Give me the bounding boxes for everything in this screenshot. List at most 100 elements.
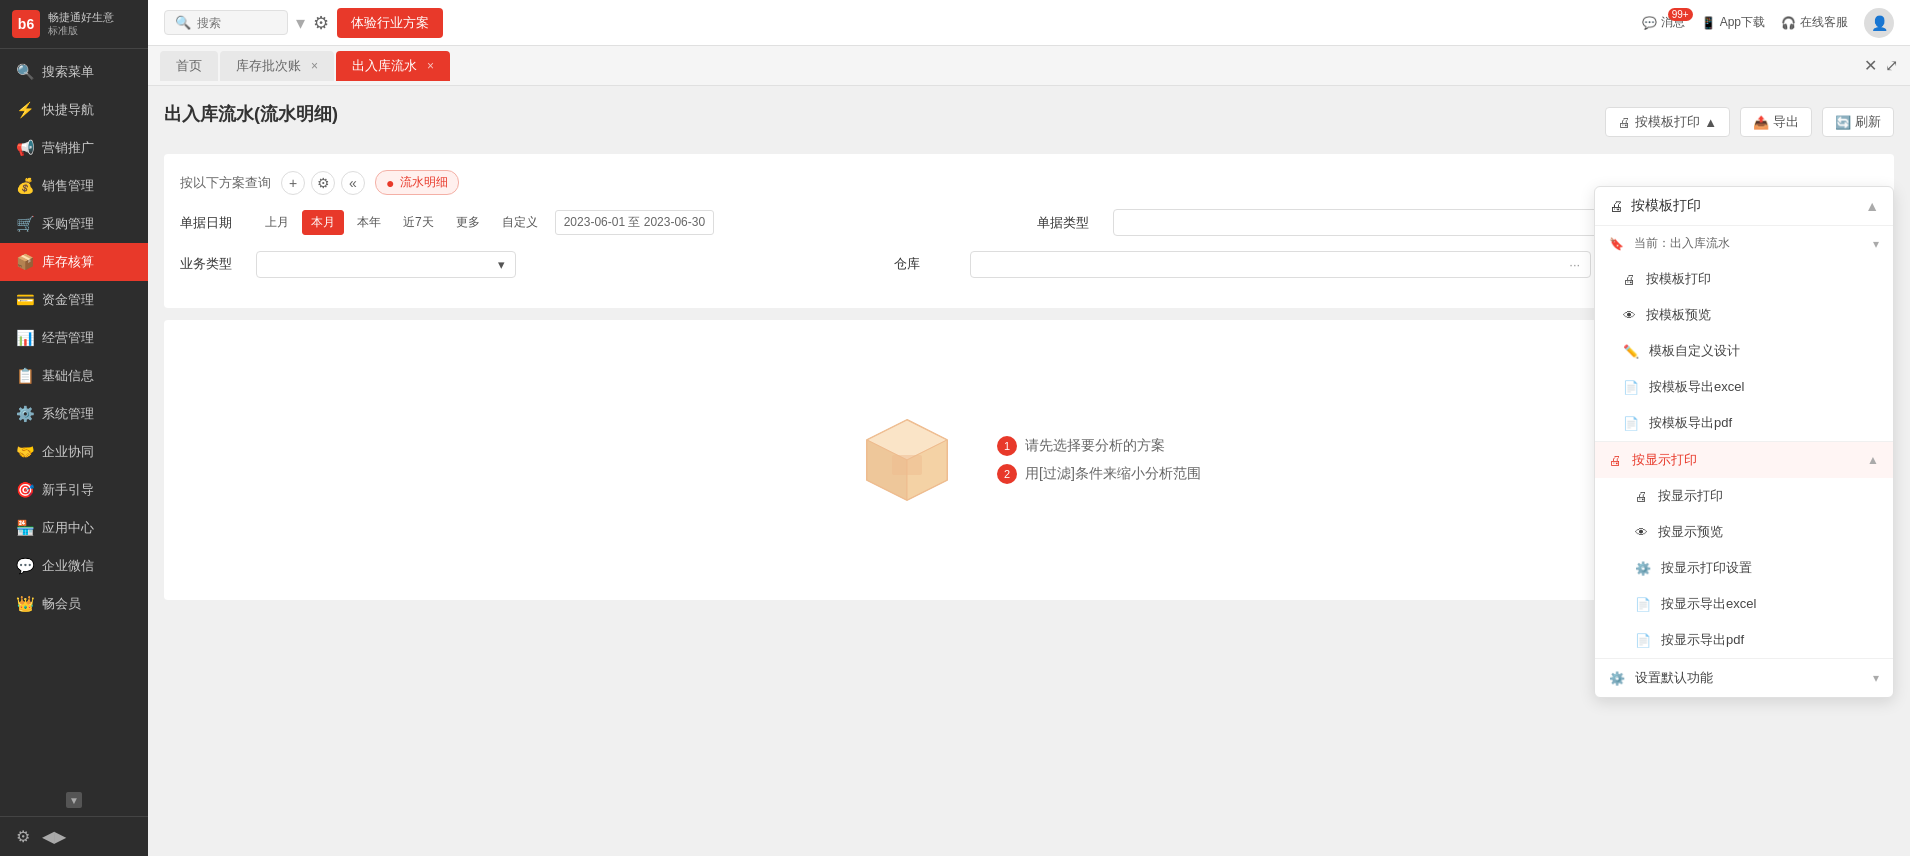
logo-icon: b6 xyxy=(12,10,40,38)
sidebar-item-ops[interactable]: 📊 经营管理 xyxy=(0,319,148,357)
warehouse-select-dots[interactable]: ··· xyxy=(1569,257,1580,272)
date-option-custom[interactable]: 自定义 xyxy=(493,210,547,235)
biz-select[interactable]: ▾ xyxy=(256,251,516,278)
sidebar-item-label: 畅会员 xyxy=(42,595,81,613)
app-download-label: App下载 xyxy=(1720,14,1765,31)
filter-settings-btn[interactable]: ⚙ xyxy=(311,171,335,195)
collab-icon: 🤝 xyxy=(16,443,34,461)
date-option-this-year[interactable]: 本年 xyxy=(348,210,390,235)
sidebar-item-guide[interactable]: 🎯 新手引导 xyxy=(0,471,148,509)
printer-icon: 🖨 xyxy=(1609,198,1623,214)
tab-home-label: 首页 xyxy=(176,57,202,75)
user-avatar[interactable]: 👤 xyxy=(1864,8,1894,38)
dropdown-template-custom[interactable]: ✏️ 模板自定义设计 xyxy=(1595,333,1893,369)
sidebar-item-label: 系统管理 xyxy=(42,405,94,423)
disp-settings-label: 按显示打印设置 xyxy=(1661,559,1752,577)
dropdown-display-excel[interactable]: 📄 按显示导出excel xyxy=(1595,586,1893,622)
settings-icon[interactable]: ⚙ xyxy=(16,827,30,846)
dropdown-template-preview[interactable]: 👁 按模板预览 xyxy=(1595,297,1893,333)
dropdown-current[interactable]: 🔖 当前：出入库流水 ▾ xyxy=(1595,226,1893,261)
topbar-gear-icon[interactable]: ⚙ xyxy=(313,12,329,34)
dropdown-header: 🖨 按模板打印 ▲ xyxy=(1595,187,1893,226)
sidebar-item-member[interactable]: 👑 畅会员 xyxy=(0,585,148,623)
tab-batch-close[interactable]: × xyxy=(311,59,318,73)
sidebar-item-wechat[interactable]: 💬 企业微信 xyxy=(0,547,148,585)
date-option-last-month[interactable]: 上月 xyxy=(256,210,298,235)
svg-rect-4 xyxy=(892,455,922,475)
filter-tag-label: 流水明细 xyxy=(400,174,448,191)
tab-flow-close[interactable]: × xyxy=(427,59,434,73)
empty-step-1: 1 请先选择要分析的方案 xyxy=(997,436,1165,456)
sidebar-item-marketing[interactable]: 📢 营销推广 xyxy=(0,129,148,167)
collapse-sidebar-icon[interactable]: ◀▶ xyxy=(42,827,66,846)
search-icon: 🔍 xyxy=(16,63,34,81)
sidebar: b6 畅捷通好生意 标准版 🔍 搜索菜单 ⚡ 快捷导航 📢 营销推广 💰 xyxy=(0,0,148,856)
tabs-expand-btn[interactable]: ⤢ xyxy=(1885,56,1898,75)
sidebar-item-sales[interactable]: 💰 销售管理 xyxy=(0,167,148,205)
dropdown-display-settings[interactable]: ⚙️ 按显示打印设置 xyxy=(1595,550,1893,586)
date-option-this-month[interactable]: 本月 xyxy=(302,210,344,235)
sidebar-item-label: 资金管理 xyxy=(42,291,94,309)
tab-home[interactable]: 首页 xyxy=(160,51,218,81)
refresh-btn-label: 刷新 xyxy=(1855,113,1881,131)
print-btn[interactable]: 🖨 按模板打印 ▲ xyxy=(1605,107,1730,137)
trial-btn[interactable]: 体验行业方案 xyxy=(337,8,443,38)
print-icon: 🖨 xyxy=(1618,115,1631,130)
refresh-icon: 🔄 xyxy=(1835,115,1851,130)
online-service-label: 在线客服 xyxy=(1800,14,1848,31)
dropdown-header-label: 按模板打印 xyxy=(1631,197,1701,215)
online-service-btn[interactable]: 🎧 在线客服 xyxy=(1781,14,1848,31)
filter-collapse-btn[interactable]: « xyxy=(341,171,365,195)
dropdown-display-preview[interactable]: 👁 按显示预览 xyxy=(1595,514,1893,550)
refresh-btn[interactable]: 🔄 刷新 xyxy=(1822,107,1894,137)
app-download-btn[interactable]: 📱 App下载 xyxy=(1701,14,1765,31)
date-option-more[interactable]: 更多 xyxy=(447,210,489,235)
filter-add-btn[interactable]: + xyxy=(281,171,305,195)
sidebar-item-finance[interactable]: 💳 资金管理 xyxy=(0,281,148,319)
quick-icon: ⚡ xyxy=(16,101,34,119)
dropdown-display-section[interactable]: 🖨 按显示打印 ▲ xyxy=(1595,441,1893,478)
tab-flow-label: 出入库流水 xyxy=(352,57,417,75)
sidebar-item-purchase[interactable]: 🛒 采购管理 xyxy=(0,205,148,243)
warehouse-select[interactable]: ··· xyxy=(970,251,1592,278)
sidebar-item-inventory[interactable]: 📦 库存核算 xyxy=(0,243,148,281)
tab-batch[interactable]: 库存批次账 × xyxy=(220,51,334,81)
dropdown-display-pdf[interactable]: 📄 按显示导出pdf xyxy=(1595,622,1893,658)
current-label: 当前：出入库流水 xyxy=(1634,235,1730,252)
sidebar-item-label: 库存核算 xyxy=(42,253,94,271)
sidebar-item-system[interactable]: ⚙️ 系统管理 xyxy=(0,395,148,433)
tpl-excel-label: 按模板导出excel xyxy=(1649,378,1744,396)
date-range-display[interactable]: 2023-06-01 至 2023-06-30 xyxy=(555,210,714,235)
sidebar-bottom: ⚙ ◀▶ xyxy=(0,816,148,856)
dropdown-template-print[interactable]: 🖨 按模板打印 xyxy=(1595,261,1893,297)
tab-flow[interactable]: 出入库流水 × xyxy=(336,51,450,81)
sidebar-item-quick[interactable]: ⚡ 快捷导航 xyxy=(0,91,148,129)
topbar-search-box[interactable]: 🔍 xyxy=(164,10,288,35)
dropdown-display-print[interactable]: 🖨 按显示打印 xyxy=(1595,478,1893,514)
date-option-7days[interactable]: 近7天 xyxy=(394,210,443,235)
dropdown-footer[interactable]: ⚙️ 设置默认功能 ▾ xyxy=(1595,658,1893,697)
sidebar-scroll-down[interactable]: ▼ xyxy=(66,792,82,808)
tpl-print-label: 按模板打印 xyxy=(1646,270,1711,288)
active-filter-tag[interactable]: ● 流水明细 xyxy=(375,170,459,195)
message-count: 99+ xyxy=(1668,8,1693,21)
print-dropdown-arrow[interactable]: ▲ xyxy=(1704,115,1717,130)
filter-tag-icon: ● xyxy=(386,175,394,191)
dropdown-arrow[interactable]: ▾ xyxy=(296,12,305,34)
export-btn-label: 导出 xyxy=(1773,113,1799,131)
sidebar-item-search[interactable]: 🔍 搜索菜单 xyxy=(0,53,148,91)
topbar-search-input[interactable] xyxy=(197,16,277,30)
tabs-close-btn[interactable]: ✕ xyxy=(1864,56,1877,75)
dropdown-template-pdf[interactable]: 📄 按模板导出pdf xyxy=(1595,405,1893,441)
default-settings-label: 设置默认功能 xyxy=(1635,669,1713,687)
sidebar-item-collab[interactable]: 🤝 企业协同 xyxy=(0,433,148,471)
empty-step-2: 2 用[过滤]条件来缩小分析范围 xyxy=(997,464,1201,484)
sidebar-item-apps[interactable]: 🏪 应用中心 xyxy=(0,509,148,547)
export-btn[interactable]: 📤 导出 xyxy=(1740,107,1812,137)
sidebar-item-basic[interactable]: 📋 基础信息 xyxy=(0,357,148,395)
dropdown-template-excel[interactable]: 📄 按模板导出excel xyxy=(1595,369,1893,405)
finance-icon: 💳 xyxy=(16,291,34,309)
message-btn[interactable]: 💬 消息 99+ xyxy=(1642,14,1685,31)
step1-text: 请先选择要分析的方案 xyxy=(1025,437,1165,455)
tpl-custom-icon: ✏️ xyxy=(1623,344,1639,359)
